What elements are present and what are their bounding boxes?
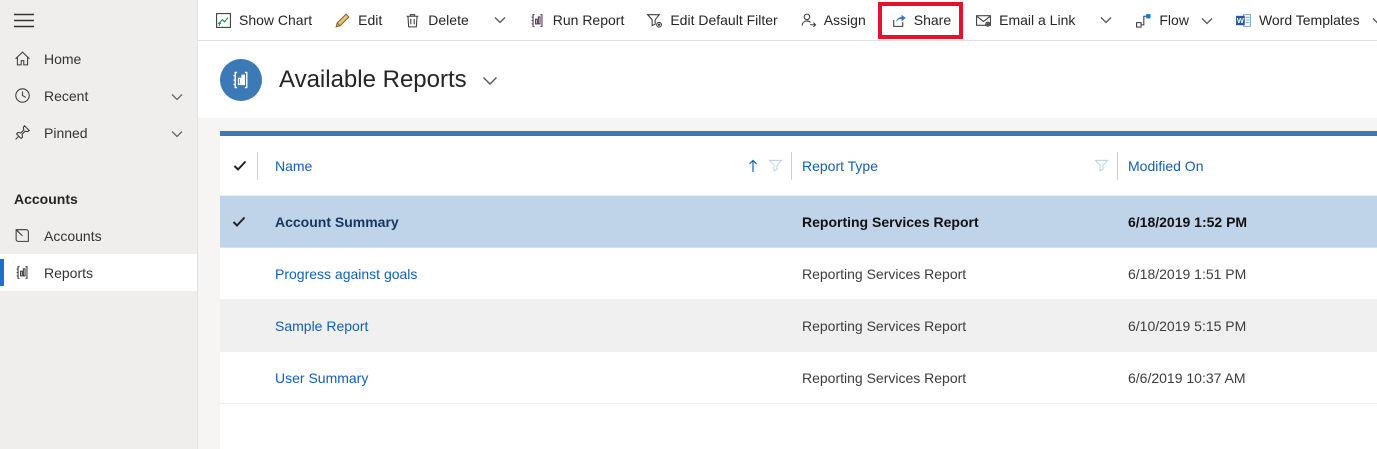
sidebar-item-reports[interactable]: Reports	[0, 254, 197, 291]
chevron-down-icon	[1201, 12, 1213, 28]
chevron-down-icon[interactable]	[171, 125, 183, 141]
sidebar-item-label: Home	[44, 50, 82, 67]
sidebar-item-accounts[interactable]: Accounts	[0, 217, 197, 254]
chevron-down-icon	[1372, 12, 1377, 28]
share-icon	[890, 12, 907, 29]
filter-icon[interactable]	[768, 159, 783, 172]
checkmark-icon	[233, 160, 247, 171]
show-chart-button[interactable]: Show Chart	[204, 0, 323, 40]
pin-icon	[14, 124, 31, 141]
sidebar-item-label: Reports	[44, 264, 94, 281]
button-label: Run Report	[552, 12, 625, 28]
email-a-link-button[interactable]: Email a Link	[964, 0, 1086, 40]
table-row[interactable]: Progress against goals Reporting Service…	[220, 248, 1377, 300]
view-selector-chevron-icon[interactable]	[482, 69, 498, 91]
share-button[interactable]: Share	[882, 6, 959, 35]
command-bar: Show Chart Edit Delete Run Report Edit D…	[198, 0, 1377, 41]
button-label: Delete	[428, 12, 469, 28]
report-type-cell: Reporting Services Report	[802, 213, 979, 230]
email-icon	[975, 12, 992, 29]
button-label: Share	[913, 12, 952, 28]
sidebar-item-label: Recent	[44, 87, 89, 104]
row-checkbox[interactable]	[220, 248, 258, 299]
table-row[interactable]: Account Summary Reporting Services Repor…	[220, 196, 1377, 248]
flow-icon	[1135, 12, 1152, 29]
assign-person-icon	[800, 12, 817, 29]
report-name-link[interactable]: Sample Report	[275, 318, 368, 334]
hamburger-menu-icon[interactable]	[0, 0, 197, 40]
delete-split-chevron-icon[interactable]	[482, 0, 518, 40]
checkmark-icon	[232, 216, 246, 227]
clock-icon	[14, 87, 31, 104]
sidebar-item-home[interactable]: Home	[0, 40, 197, 77]
show-chart-icon	[215, 12, 232, 29]
column-header-report-type[interactable]: Report Type	[792, 136, 1118, 195]
sidebar-item-pinned[interactable]: Pinned	[0, 114, 197, 151]
sidebar-group-accounts: Accounts	[14, 191, 78, 207]
share-highlight-box: Share	[877, 1, 964, 39]
report-type-cell: Reporting Services Report	[802, 369, 967, 386]
run-report-button[interactable]: Run Report	[518, 0, 636, 40]
delete-button[interactable]: Delete	[393, 0, 479, 40]
word-icon: W	[1235, 12, 1252, 29]
row-checkbox[interactable]	[220, 300, 258, 351]
grid-empty-space	[220, 404, 1377, 449]
app-window: Home Recent Pinned Accounts Accounts Rep…	[0, 0, 1377, 449]
trash-icon	[404, 12, 421, 29]
reports-icon	[14, 264, 31, 281]
report-name-link[interactable]: User Summary	[275, 370, 368, 386]
report-type-cell: Reporting Services Report	[802, 317, 967, 334]
view-selector-title[interactable]: Available Reports	[279, 66, 467, 94]
main-content: Show Chart Edit Delete Run Report Edit D…	[198, 0, 1377, 449]
modified-on-cell: 6/6/2019 10:37 AM	[1128, 369, 1246, 386]
sidebar-nav: Home Recent Pinned	[0, 40, 197, 151]
report-name-link[interactable]: Progress against goals	[275, 266, 417, 282]
accounts-icon	[14, 227, 31, 244]
modified-on-cell: 6/10/2019 5:15 PM	[1128, 317, 1247, 334]
modified-on-cell: 6/18/2019 1:52 PM	[1128, 213, 1248, 230]
table-row[interactable]: Sample Report Reporting Services Report …	[220, 300, 1377, 352]
column-header-modified-on[interactable]: Modified On	[1118, 136, 1377, 195]
button-label: Word Templates	[1258, 12, 1360, 28]
row-checkbox[interactable]	[220, 196, 258, 247]
row-checkbox[interactable]	[220, 352, 258, 403]
button-label: Assign	[823, 12, 866, 28]
grid-container: Name Report Type Modified On Account Sum…	[198, 118, 1377, 449]
home-icon	[14, 50, 31, 67]
modified-on-cell: 6/18/2019 1:51 PM	[1128, 265, 1247, 282]
button-label: Show Chart	[239, 12, 313, 28]
chevron-down-icon[interactable]	[171, 88, 183, 104]
sidebar-item-label: Accounts	[44, 227, 102, 244]
flow-button[interactable]: Flow	[1124, 0, 1224, 40]
select-all-checkbox[interactable]	[220, 136, 258, 195]
sidebar-group-items: Accounts Reports	[0, 217, 197, 291]
button-label: Edit	[358, 12, 383, 28]
sidebar-item-label: Pinned	[44, 124, 88, 141]
filter-gear-icon	[646, 12, 663, 29]
report-type-cell: Reporting Services Report	[802, 265, 967, 282]
button-label: Email a Link	[999, 12, 1076, 28]
column-header-name[interactable]: Name	[258, 136, 792, 195]
sort-ascending-icon[interactable]	[747, 159, 759, 173]
reports-view-icon	[220, 58, 262, 101]
grid-header-row: Name Report Type Modified On	[220, 136, 1377, 196]
reports-grid: Name Report Type Modified On Account Sum…	[220, 131, 1377, 449]
sidebar: Home Recent Pinned Accounts Accounts Rep…	[0, 0, 198, 449]
svg-text:W: W	[1237, 16, 1244, 25]
email-split-chevron-icon[interactable]	[1088, 0, 1124, 40]
table-row[interactable]: User Summary Reporting Services Report 6…	[220, 352, 1377, 404]
button-label: Flow	[1159, 12, 1189, 28]
edit-button[interactable]: Edit	[323, 0, 393, 40]
edit-pencil-icon	[334, 12, 351, 29]
edit-default-filter-button[interactable]: Edit Default Filter	[635, 0, 788, 40]
button-label: Edit Default Filter	[670, 12, 778, 28]
report-name-link[interactable]: Account Summary	[275, 214, 399, 230]
word-templates-button[interactable]: W Word Templates	[1224, 0, 1377, 40]
assign-button[interactable]: Assign	[789, 0, 877, 40]
filter-icon[interactable]	[1094, 159, 1109, 172]
run-report-icon	[529, 12, 546, 29]
view-header: Available Reports	[198, 41, 1377, 118]
sidebar-item-recent[interactable]: Recent	[0, 77, 197, 114]
